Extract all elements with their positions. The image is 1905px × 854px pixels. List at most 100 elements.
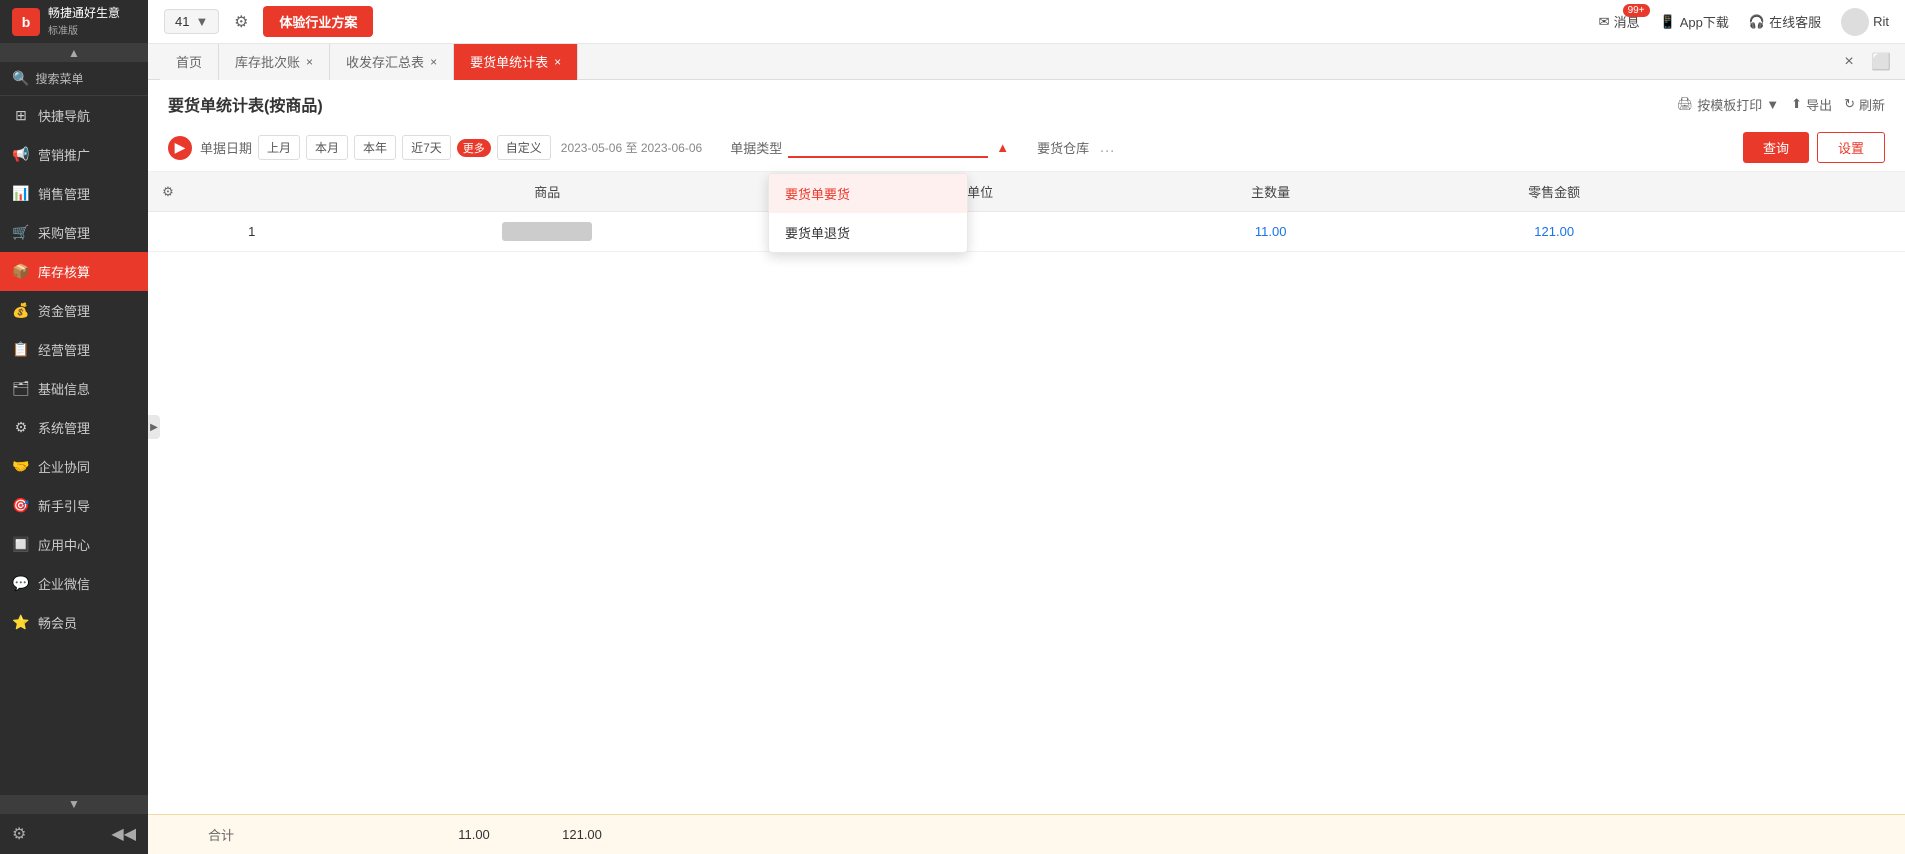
message-action[interactable]: ✉ 消息 99+ (1599, 12, 1640, 31)
date-last-month-btn[interactable]: 上月 (258, 135, 300, 160)
nav-label-finance: 资金管理 (38, 301, 90, 320)
restore-tab-button[interactable]: ⬜ (1869, 50, 1893, 74)
type-filter-input[interactable] (788, 137, 988, 158)
main-area: 41 ▼ ⚙ 体验行业方案 ✉ 消息 99+ 📱 App下载 🎧 在线客服 R (148, 0, 1905, 854)
print-button[interactable]: 🖨 按模板打印 ▼ (1677, 95, 1779, 114)
col-extra1-header (1709, 172, 1807, 212)
tab-close-receive-summary[interactable]: × (430, 55, 437, 69)
data-table: ⚙ 商品 主计量单位 主数量 零售金额 1 ████████ (148, 172, 1905, 252)
brand-name: 畅捷通好生意 (48, 6, 120, 22)
cell-settings-0 (148, 212, 188, 252)
nav-icon-cooperation: 🤝 (12, 458, 30, 476)
tab-close-batch-account[interactable]: × (306, 55, 313, 69)
date-this-month-btn[interactable]: 本月 (306, 135, 348, 160)
nav-label-system: 系统管理 (38, 418, 90, 437)
tab-label-home: 首页 (176, 52, 202, 71)
filter-actions: 查询 设置 (1743, 132, 1885, 163)
date-filter-group: 单据日期 上月 本月 本年 近7天 更多 自定义 2023-05-06 至 20… (200, 135, 702, 160)
filter-settings-button[interactable]: 设置 (1817, 132, 1885, 163)
sidebar-search[interactable]: 🔍 搜索菜单 (0, 62, 148, 96)
nav-icon-inventory: 📦 (12, 263, 30, 281)
sidebar-item-app-center[interactable]: 🔲 应用中心 (0, 525, 148, 564)
title-actions: 🖨 按模板打印 ▼ ⬆ 导出 ↻ 刷新 (1677, 95, 1885, 114)
sidebar-item-purchase[interactable]: 🛒 采购管理 (0, 213, 148, 252)
col-index-header (188, 172, 315, 212)
date-last-7days-btn[interactable]: 近7天 (402, 135, 451, 160)
dropdown-item-order-goods[interactable]: 要货单要货 (769, 174, 967, 213)
table-footer: 合计 11.00 121.00 (148, 814, 1905, 854)
tab-label-batch-account: 库存批次账 (235, 52, 300, 71)
query-button[interactable]: 查询 (1743, 132, 1809, 163)
online-service-action[interactable]: 🎧 在线客服 (1749, 12, 1821, 31)
cell-qty-0: 11.00 (1142, 212, 1399, 252)
store-name: 41 (175, 14, 189, 29)
sidebar-item-finance[interactable]: 💰 资金管理 (0, 291, 148, 330)
filter-expand-button[interactable]: ▶ (168, 136, 192, 160)
tabs-right: × ⬜ (1837, 50, 1893, 74)
sidebar-item-marketing[interactable]: 📢 营销推广 (0, 135, 148, 174)
sidebar-item-sales[interactable]: 📊 销售管理 (0, 174, 148, 213)
settings-gear-icon[interactable]: ⚙ (12, 824, 26, 844)
sidebar-nav: ⊞ 快捷导航 📢 营销推广 📊 销售管理 🛒 采购管理 📦 库存核算 💰 资金管… (0, 96, 148, 795)
sidebar-item-operations[interactable]: 📋 经营管理 (0, 330, 148, 369)
date-this-year-btn[interactable]: 本年 (354, 135, 396, 160)
collapse-sidebar-icon[interactable]: ◀◀ (111, 824, 136, 844)
nav-icon-marketing: 📢 (12, 146, 30, 164)
export-icon: ⬆ (1791, 96, 1802, 112)
trial-button[interactable]: 体验行业方案 (263, 6, 373, 37)
nav-icon-purchase: 🛒 (12, 224, 30, 242)
nav-icon-app-center: 🔲 (12, 536, 30, 554)
date-more-badge[interactable]: 更多 (457, 139, 491, 157)
table-row: 1 ████████ 块 11.00 121.00 (148, 212, 1905, 252)
nav-icon-guide: 🎯 (12, 497, 30, 515)
tab-close-order-summary[interactable]: × (554, 55, 561, 69)
nav-icon-quick-nav: ⊞ (12, 107, 30, 125)
nav-label-guide: 新手引导 (38, 496, 90, 515)
nav-label-purchase: 采购管理 (38, 223, 90, 242)
warehouse-filter-group: 要货仓库 … (1037, 138, 1115, 157)
store-selector[interactable]: 41 ▼ (164, 9, 219, 34)
date-filter-label: 单据日期 (200, 138, 252, 157)
nav-label-operations: 经营管理 (38, 340, 90, 359)
tab-label-receive-summary: 收发存汇总表 (346, 52, 424, 71)
warehouse-more-icon[interactable]: … (1099, 139, 1115, 157)
sidebar-collapse-arrow[interactable]: ▶ (148, 415, 160, 439)
col-settings-header[interactable]: ⚙ (148, 172, 188, 212)
sidebar-item-system[interactable]: ⚙ 系统管理 (0, 408, 148, 447)
type-dropdown-chevron[interactable]: ▲ (996, 140, 1009, 155)
tab-receive-summary[interactable]: 收发存汇总表 × (330, 44, 454, 80)
date-custom-btn[interactable]: 自定义 (497, 135, 551, 160)
nav-icon-sales: 📊 (12, 185, 30, 203)
nav-icon-member: ⭐ (12, 614, 30, 632)
nav-label-basic: 基础信息 (38, 379, 90, 398)
export-label: 导出 (1806, 95, 1832, 114)
message-icon: ✉ (1599, 14, 1610, 30)
app-download-label: App下载 (1680, 12, 1729, 31)
sidebar-item-corp-wechat[interactable]: 💬 企业微信 (0, 564, 148, 603)
nav-label-quick-nav: 快捷导航 (38, 106, 90, 125)
user-avatar (1841, 8, 1869, 36)
user-profile[interactable]: Rit (1841, 8, 1889, 36)
export-button[interactable]: ⬆ 导出 (1791, 95, 1832, 114)
tabs-bar: 首页库存批次账×收发存汇总表×要货单统计表× × ⬜ (148, 44, 1905, 80)
tab-order-summary[interactable]: 要货单统计表× (454, 44, 578, 80)
sidebar-scroll-down[interactable] (0, 795, 148, 813)
app-download-action[interactable]: 📱 App下载 (1660, 12, 1729, 31)
nav-icon-finance: 💰 (12, 302, 30, 320)
sidebar-item-basic[interactable]: 🗂 基础信息 (0, 369, 148, 408)
date-range-display: 2023-05-06 至 2023-06-06 (561, 139, 702, 156)
sidebar-item-guide[interactable]: 🎯 新手引导 (0, 486, 148, 525)
dropdown-item-order-return[interactable]: 要货单退货 (769, 213, 967, 252)
sidebar-scroll-up[interactable] (0, 44, 148, 62)
page-title-bar: 要货单统计表(按商品) 🖨 按模板打印 ▼ ⬆ 导出 ↻ 刷新 (148, 80, 1905, 124)
sidebar-item-member[interactable]: ⭐ 畅会员 (0, 603, 148, 642)
sidebar-item-inventory[interactable]: 📦 库存核算 (0, 252, 148, 291)
tab-home[interactable]: 首页 (160, 44, 219, 80)
sidebar-item-quick-nav[interactable]: ⊞ 快捷导航 (0, 96, 148, 135)
cell-extra2-0 (1807, 212, 1905, 252)
tab-batch-account[interactable]: 库存批次账 × (219, 44, 330, 80)
sidebar-item-cooperation[interactable]: 🤝 企业协同 (0, 447, 148, 486)
header-gear-button[interactable]: ⚙ (227, 8, 255, 36)
close-all-tabs-button[interactable]: × (1837, 50, 1861, 74)
refresh-button[interactable]: ↻ 刷新 (1844, 95, 1885, 114)
